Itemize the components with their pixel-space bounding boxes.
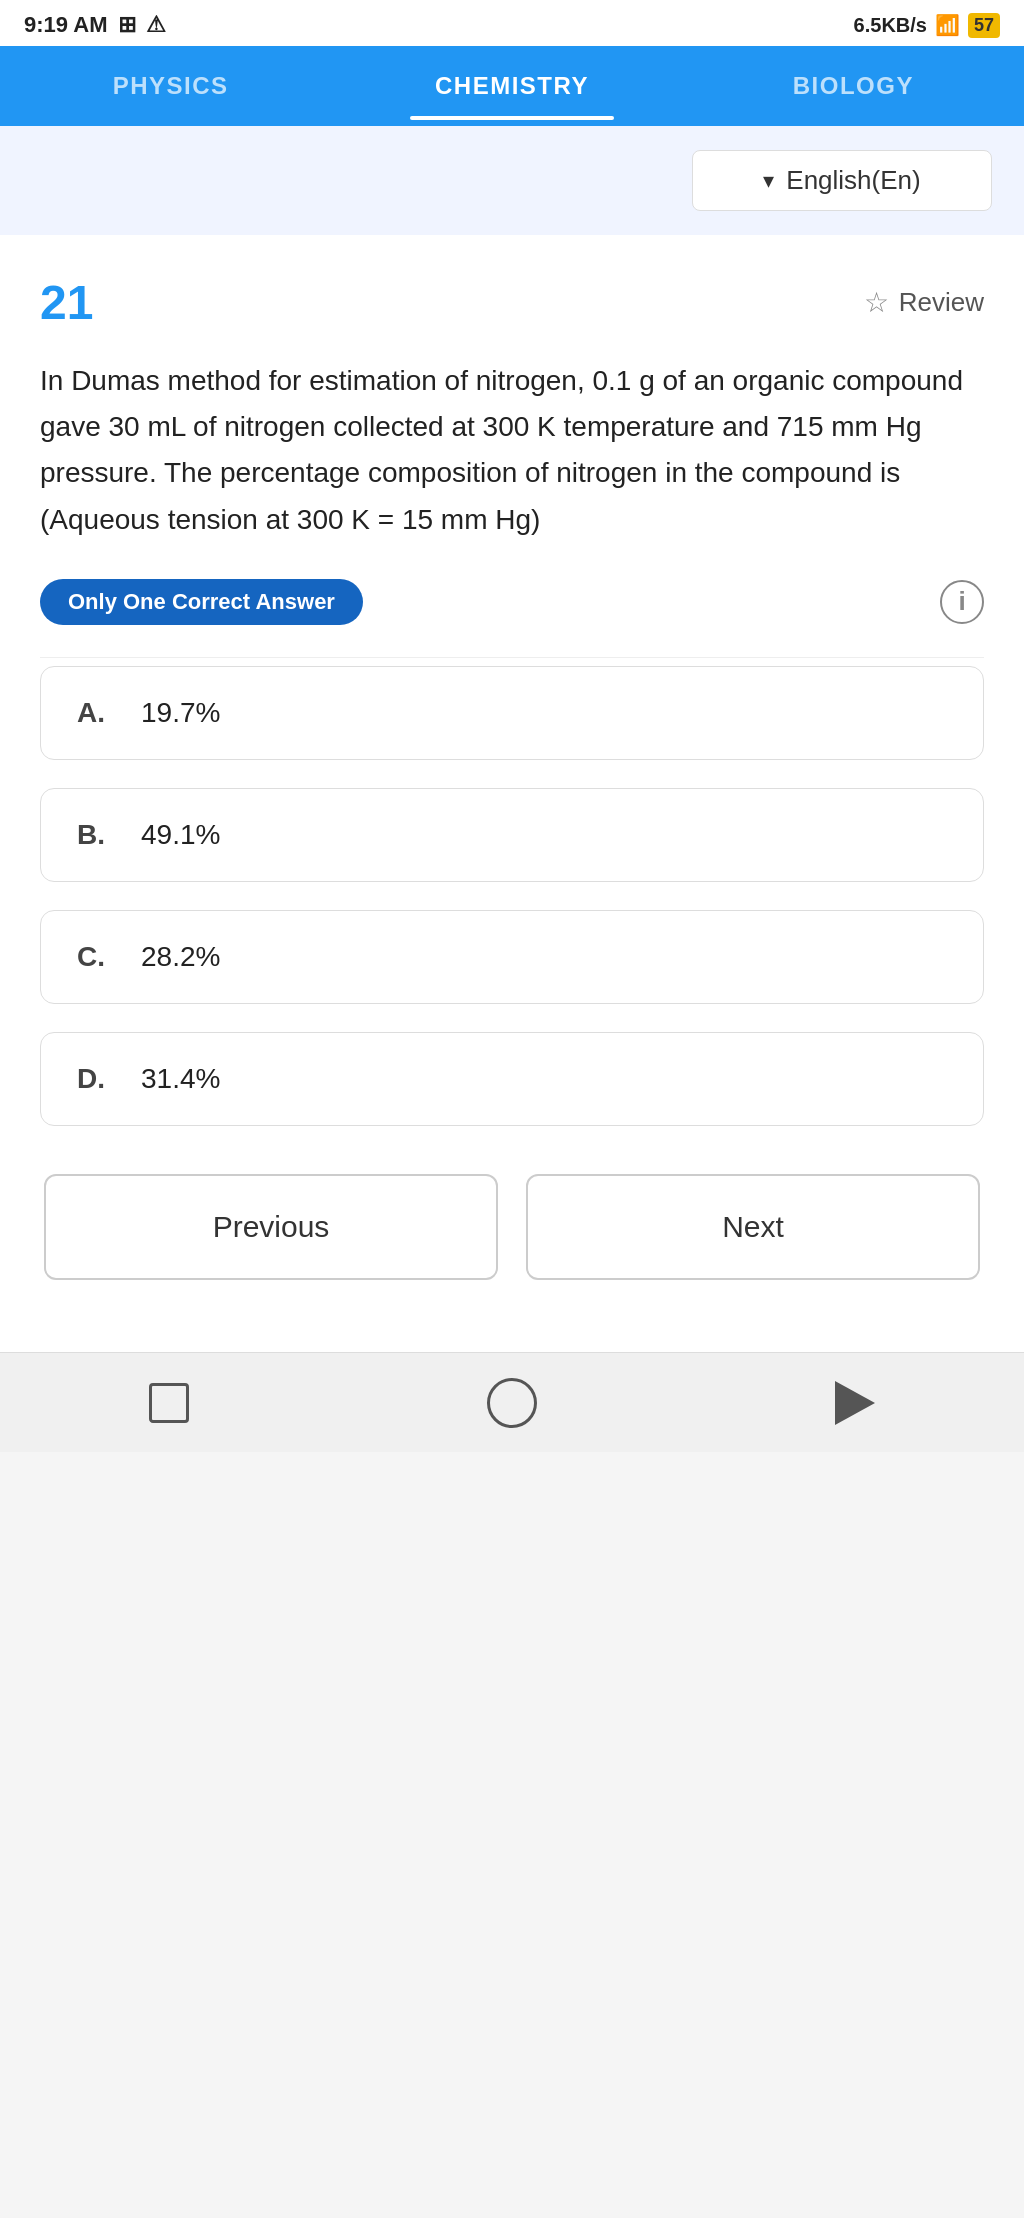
language-selector[interactable]: ▾ English(En)	[692, 150, 992, 211]
review-button[interactable]: ☆ Review	[864, 286, 984, 319]
bottom-nav-bar	[0, 1352, 1024, 1452]
option-c[interactable]: C. 28.2%	[40, 910, 984, 1004]
option-a-value: 19.7%	[141, 697, 220, 729]
info-symbol: i	[958, 586, 965, 617]
option-b-value: 49.1%	[141, 819, 220, 851]
battery-indicator: 57	[968, 13, 1000, 38]
back-nav-button[interactable]	[835, 1381, 875, 1425]
previous-button[interactable]: Previous	[44, 1174, 498, 1280]
language-label: English(En)	[786, 165, 920, 196]
star-icon: ☆	[864, 286, 889, 319]
tab-bar: PHYSICS CHEMISTRY BIOLOGY	[0, 46, 1024, 126]
alert-icon: ⚠	[146, 12, 166, 38]
question-number: 21	[40, 275, 93, 330]
option-d-value: 31.4%	[141, 1063, 220, 1095]
answer-type-badge[interactable]: Only One Correct Answer	[40, 579, 363, 625]
tab-physics[interactable]: PHYSICS	[0, 52, 341, 120]
main-content: 21 ☆ Review In Dumas method for estimati…	[0, 235, 1024, 1352]
back-icon	[835, 1381, 875, 1425]
option-b-label: B.	[77, 819, 113, 851]
option-d[interactable]: D. 31.4%	[40, 1032, 984, 1126]
status-left: 9:19 AM ⊞ ⚠	[24, 12, 166, 38]
tab-chemistry[interactable]: CHEMISTRY	[341, 52, 682, 120]
chevron-down-icon: ▾	[763, 168, 774, 194]
divider	[40, 657, 984, 659]
review-label: Review	[899, 287, 984, 318]
option-a-label: A.	[77, 697, 113, 729]
status-time: 9:19 AM	[24, 12, 108, 38]
question-text: In Dumas method for estimation of nitrog…	[40, 358, 984, 543]
message-icon: ⊞	[118, 12, 136, 38]
option-d-label: D.	[77, 1063, 113, 1095]
home-nav-button[interactable]	[487, 1378, 537, 1428]
answer-type-row: Only One Correct Answer i	[40, 579, 984, 625]
option-b[interactable]: B. 49.1%	[40, 788, 984, 882]
network-bars-icon: 📶	[935, 13, 960, 37]
option-a[interactable]: A. 19.7%	[40, 666, 984, 760]
language-bar: ▾ English(En)	[0, 126, 1024, 235]
tab-biology[interactable]: BIOLOGY	[683, 52, 1024, 120]
info-icon[interactable]: i	[940, 580, 984, 624]
circle-icon	[487, 1378, 537, 1428]
status-right: 6.5KB/s 📶 57	[854, 13, 1000, 38]
square-nav-button[interactable]	[149, 1383, 189, 1423]
nav-buttons: Previous Next	[40, 1174, 984, 1280]
square-icon	[149, 1383, 189, 1423]
options-list: A. 19.7% B. 49.1% C. 28.2% D. 31.4%	[40, 666, 984, 1126]
network-speed: 6.5KB/s	[854, 14, 927, 37]
status-bar: 9:19 AM ⊞ ⚠ 6.5KB/s 📶 57	[0, 0, 1024, 46]
option-c-value: 28.2%	[141, 941, 220, 973]
option-c-label: C.	[77, 941, 113, 973]
next-button[interactable]: Next	[526, 1174, 980, 1280]
question-header: 21 ☆ Review	[40, 275, 984, 330]
